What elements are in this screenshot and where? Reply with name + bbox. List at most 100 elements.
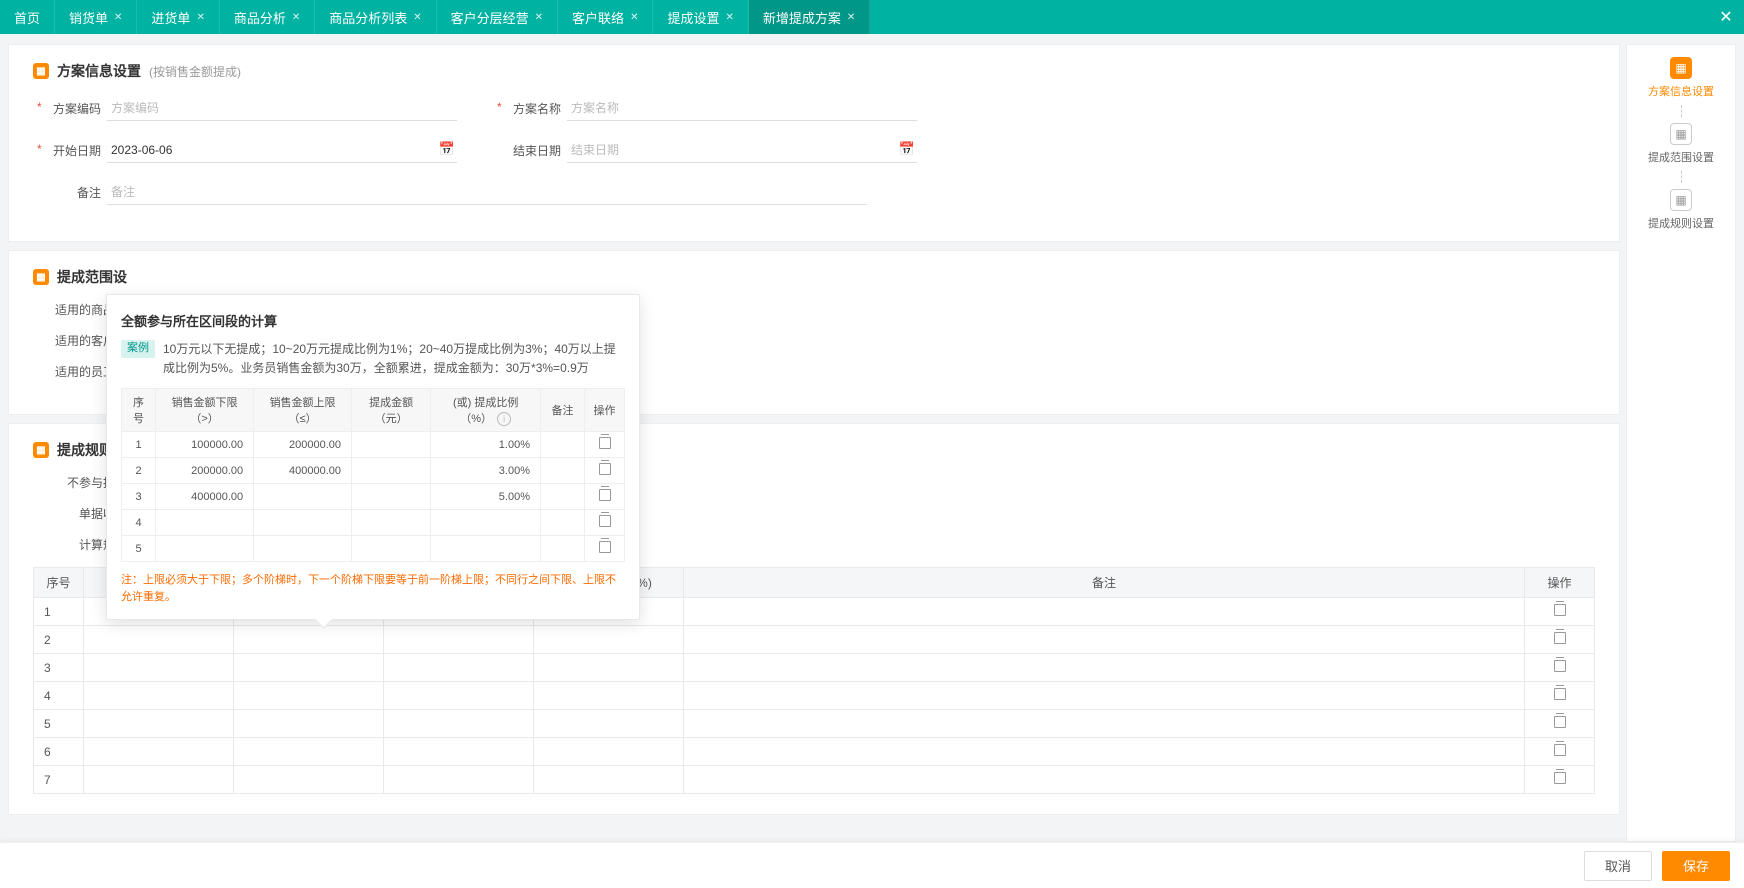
cell-amount[interactable] — [384, 626, 534, 654]
delete-row-button[interactable] — [585, 510, 625, 536]
th-action: 操作 — [585, 389, 625, 432]
tab-customer-contact[interactable]: 客户联络✕ — [558, 0, 653, 34]
cell-upper[interactable] — [234, 682, 384, 710]
close-icon[interactable]: ✕ — [847, 12, 855, 23]
anchor-nav: ▦ 方案信息设置 ▦ 提成范围设置 ▦ 提成规则设置 — [1626, 44, 1736, 842]
label-plan-code: 方案编码 — [45, 100, 101, 117]
tab-product-analysis[interactable]: 商品分析✕ — [220, 0, 315, 34]
tab-purchase-order[interactable]: 进货单 ✕ — [137, 0, 219, 34]
tab-product-analysis-list[interactable]: 商品分析列表✕ — [315, 0, 436, 34]
cell-lower[interactable] — [84, 654, 234, 682]
table-row: 3400000.005.00% — [122, 484, 625, 510]
delete-row-button[interactable] — [1525, 710, 1595, 738]
cell-remark — [541, 458, 585, 484]
cell-remark[interactable] — [684, 654, 1525, 682]
plan-name-input[interactable] — [567, 95, 917, 121]
calendar-icon[interactable]: 📅 — [439, 141, 455, 157]
cell-remark[interactable] — [684, 738, 1525, 766]
close-icon[interactable]: ✕ — [535, 12, 543, 23]
label-plan-name: 方案名称 — [505, 100, 561, 117]
close-icon[interactable]: ✕ — [413, 12, 421, 23]
cell-amount — [351, 432, 430, 458]
calendar-icon[interactable]: 📅 — [899, 141, 915, 157]
cell-amount — [351, 510, 430, 536]
tab-sales-order[interactable]: 销货单✕ — [55, 0, 137, 34]
cell-upper[interactable] — [234, 766, 384, 794]
th-index: 序号 — [34, 568, 84, 598]
cell-upper[interactable] — [234, 626, 384, 654]
end-date-input[interactable] — [567, 137, 917, 163]
cell-remark[interactable] — [684, 710, 1525, 738]
delete-row-button[interactable] — [585, 432, 625, 458]
delete-row-button[interactable] — [1525, 682, 1595, 710]
delete-row-button[interactable] — [585, 458, 625, 484]
cell-lower[interactable] — [84, 682, 234, 710]
cell-ratio[interactable] — [534, 654, 684, 682]
tab-label: 提成设置 — [667, 8, 719, 27]
delete-row-button[interactable] — [585, 484, 625, 510]
cell-remark[interactable] — [684, 626, 1525, 654]
cell-amount[interactable] — [384, 738, 534, 766]
section-title: 方案信息设置 — [57, 61, 141, 81]
tab-customer-tier[interactable]: 客户分层经营✕ — [437, 0, 558, 34]
th-action: 操作 — [1525, 568, 1595, 598]
cell-lower[interactable] — [84, 626, 234, 654]
cell-amount — [351, 458, 430, 484]
close-all-icon[interactable]: ✕ — [1708, 0, 1744, 34]
anchor-icon: ▦ — [1670, 189, 1692, 211]
tab-commission-settings[interactable]: 提成设置 ✕ — [653, 0, 748, 34]
anchor-rule[interactable]: ▦ 提成规则设置 — [1631, 189, 1731, 231]
close-icon[interactable]: ✕ — [630, 12, 638, 23]
delete-row-button[interactable] — [1525, 738, 1595, 766]
cell-lower[interactable] — [84, 710, 234, 738]
delete-row-button[interactable] — [1525, 654, 1595, 682]
plan-code-input[interactable] — [107, 95, 457, 121]
tab-label: 进货单 — [151, 8, 190, 27]
cell-upper[interactable] — [234, 738, 384, 766]
cell-amount[interactable] — [384, 766, 534, 794]
cell-lower: 200000.00 — [156, 458, 254, 484]
cell-lower[interactable] — [84, 738, 234, 766]
info-icon[interactable]: i — [497, 412, 511, 426]
cell-upper[interactable] — [234, 710, 384, 738]
cell-ratio[interactable] — [534, 682, 684, 710]
save-button[interactable]: 保存 — [1662, 851, 1730, 881]
cancel-button[interactable]: 取消 — [1584, 851, 1652, 881]
cell-index: 3 — [34, 654, 84, 682]
cell-ratio[interactable] — [534, 766, 684, 794]
close-icon[interactable]: ✕ — [196, 12, 204, 23]
close-icon[interactable]: ✕ — [725, 12, 733, 23]
th-index: 序号 — [122, 389, 156, 432]
cell-upper[interactable] — [234, 654, 384, 682]
delete-row-button[interactable] — [585, 536, 625, 562]
remark-input[interactable] — [107, 179, 867, 205]
tab-new-commission-plan[interactable]: 新增提成方案✕ — [749, 0, 870, 34]
close-icon[interactable]: ✕ — [292, 12, 300, 23]
delete-row-button[interactable] — [1525, 766, 1595, 794]
cell-upper — [254, 484, 352, 510]
tabs-bar: 首页 销货单✕ 进货单 ✕ 商品分析✕ 商品分析列表✕ 客户分层经营✕ 客户联络✕… — [0, 0, 1744, 34]
cell-remark[interactable] — [684, 598, 1525, 626]
anchor-range[interactable]: ▦ 提成范围设置 — [1631, 123, 1731, 165]
th-lower: 销售金额下限（>） — [156, 389, 254, 432]
cell-amount[interactable] — [384, 682, 534, 710]
anchor-plan-info[interactable]: ▦ 方案信息设置 — [1631, 57, 1731, 99]
delete-row-button[interactable] — [1525, 626, 1595, 654]
cell-ratio[interactable] — [534, 710, 684, 738]
tab-home[interactable]: 首页 — [0, 0, 55, 34]
close-icon[interactable]: ✕ — [114, 12, 122, 23]
popover-note: 注：上限必须大于下限；多个阶梯时，下一个阶梯下限要等于前一阶梯上限；不同行之间下… — [121, 572, 625, 605]
start-date-input[interactable] — [107, 137, 457, 163]
cell-index: 5 — [122, 536, 156, 562]
cell-amount[interactable] — [384, 654, 534, 682]
cell-remark[interactable] — [684, 766, 1525, 794]
delete-row-button[interactable] — [1525, 598, 1595, 626]
th-upper: 销售金额上限（≤） — [254, 389, 352, 432]
cell-amount — [351, 484, 430, 510]
cell-amount[interactable] — [384, 710, 534, 738]
cell-upper — [254, 536, 352, 562]
cell-lower[interactable] — [84, 766, 234, 794]
cell-remark[interactable] — [684, 682, 1525, 710]
cell-ratio[interactable] — [534, 626, 684, 654]
cell-ratio[interactable] — [534, 738, 684, 766]
